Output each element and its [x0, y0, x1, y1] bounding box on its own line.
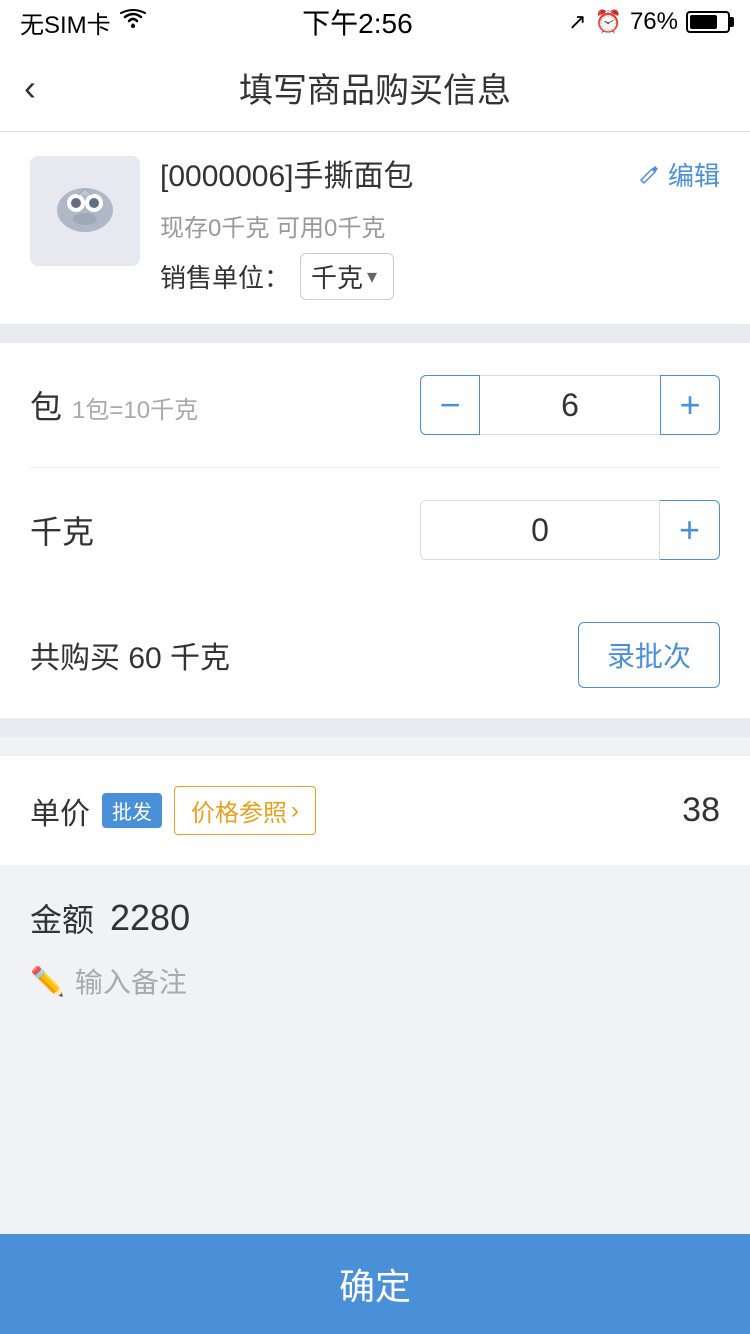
price-label-wrap: 单价 批发 价格参照 › — [30, 786, 316, 835]
price-ref-button[interactable]: 价格参照 › — [174, 786, 316, 835]
bao-label-wrap: 包 1包=10千克 — [30, 382, 198, 428]
unit-label: 销售单位： — [160, 258, 290, 295]
product-thumbnail-icon — [50, 175, 120, 247]
bao-label: 包 — [30, 382, 62, 428]
status-right: ↗ ⏰ 76% — [568, 8, 730, 36]
kg-input-row: 千克 + — [30, 468, 720, 592]
status-bar: 无SIM卡 下午2:56 ↗ ⏰ 76% — [0, 0, 750, 44]
bao-input[interactable] — [480, 375, 660, 435]
status-left: 无SIM卡 — [20, 5, 147, 40]
unit-dropdown-icon: ▾ — [367, 264, 377, 289]
status-time: 下午2:56 — [302, 2, 413, 42]
alarm-icon: ⏰ — [595, 9, 622, 35]
batch-button[interactable]: 录批次 — [578, 622, 720, 688]
kg-input-right: + — [420, 500, 720, 560]
amount-label: 金额 — [30, 895, 94, 941]
input-section: 包 1包=10千克 − + 千克 + — [0, 343, 750, 592]
summary-text: 共购买 60 千克 — [30, 633, 230, 677]
divider-2 — [0, 719, 750, 737]
amount-section: 金额 2280 ✏️ 输入备注 — [0, 865, 750, 1031]
summary-section: 共购买 60 千克 录批次 — [0, 592, 750, 719]
bao-stepper: − + — [420, 375, 720, 435]
product-card: [0000006]手撕面包 编辑 现存0千克 可用0千克 销售单位： 千克 ▾ — [0, 132, 750, 325]
price-row: 单价 批发 价格参照 › 38 — [30, 786, 720, 835]
confirm-button[interactable]: 确定 — [0, 1234, 750, 1334]
nav-bar: ‹ 填写商品购买信息 — [0, 44, 750, 132]
edit-link[interactable]: 编辑 — [638, 156, 720, 193]
kg-label-wrap: 千克 — [30, 507, 94, 553]
price-ref-arrow-icon: › — [291, 797, 299, 825]
wifi-icon — [119, 8, 147, 36]
battery-icon — [686, 11, 730, 33]
product-unit-row: 销售单位： 千克 ▾ — [160, 253, 720, 300]
location-icon: ↗ — [568, 9, 586, 35]
price-ref-label: 价格参照 — [191, 793, 287, 828]
price-label: 单价 — [30, 789, 90, 833]
product-stock: 现存0千克 可用0千克 — [160, 208, 720, 243]
product-name: [0000006]手撕面包 — [160, 156, 413, 198]
pencil-icon: ✏️ — [30, 965, 65, 998]
pifa-badge: 批发 — [102, 793, 162, 828]
battery-percent: 76% — [630, 8, 678, 36]
kg-input[interactable] — [420, 500, 660, 560]
divider-1 — [0, 325, 750, 343]
bao-decrement-button[interactable]: − — [420, 375, 480, 435]
carrier-text: 无SIM卡 — [20, 5, 111, 40]
page-title: 填写商品购买信息 — [239, 63, 511, 112]
amount-row: 金额 2280 — [30, 895, 720, 941]
remark-placeholder: 输入备注 — [75, 961, 187, 1001]
unit-value: 千克 — [311, 258, 363, 295]
bao-hint: 1包=10千克 — [72, 390, 198, 425]
kg-label: 千克 — [30, 507, 94, 553]
unit-select[interactable]: 千克 ▾ — [300, 253, 394, 300]
product-image — [30, 156, 140, 266]
remark-row[interactable]: ✏️ 输入备注 — [30, 961, 720, 1001]
price-section: 单价 批发 价格参照 › 38 — [0, 755, 750, 865]
edit-label: 编辑 — [668, 156, 720, 193]
amount-value: 2280 — [110, 897, 190, 939]
product-info: [0000006]手撕面包 编辑 现存0千克 可用0千克 销售单位： 千克 ▾ — [160, 156, 720, 300]
bao-increment-button[interactable]: + — [660, 375, 720, 435]
back-button[interactable]: ‹ — [24, 67, 36, 109]
bao-input-row: 包 1包=10千克 − + — [30, 343, 720, 468]
kg-increment-button[interactable]: + — [660, 500, 720, 560]
price-value: 38 — [682, 791, 720, 830]
